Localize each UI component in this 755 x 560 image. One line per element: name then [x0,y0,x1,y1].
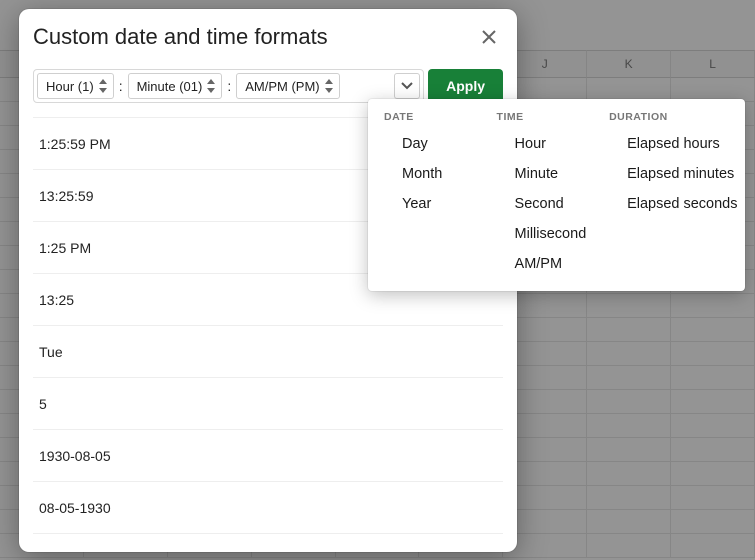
updown-icon [99,79,107,93]
dialog-title: Custom date and time formats [33,24,475,50]
token-minute-label: Minute (01) [137,79,203,94]
add-token-dropdown: DATEDayMonthYearTIMEHourMinuteSecondMill… [368,99,745,291]
dropdown-column-header: DURATION [593,107,745,129]
token-ampm[interactable]: AM/PM (PM) [236,73,339,99]
chevron-down-icon [401,82,413,90]
updown-icon [207,79,215,93]
dropdown-item[interactable]: AM/PM [481,249,594,279]
dropdown-item[interactable]: Second [481,189,594,219]
format-sample[interactable]: Tue [33,326,503,378]
updown-icon [325,79,333,93]
dialog-header: Custom date and time formats [19,9,517,57]
format-sample[interactable]: 5 [33,378,503,430]
token-separator: : [225,78,233,94]
dropdown-item[interactable]: Millisecond [481,219,594,249]
dropdown-item[interactable]: Day [368,129,481,159]
apply-button[interactable]: Apply [428,69,503,103]
dropdown-item[interactable]: Elapsed seconds [593,189,745,219]
dropdown-column-header: DATE [368,107,481,129]
dropdown-column-header: TIME [481,107,594,129]
dropdown-item[interactable]: Hour [481,129,594,159]
token-hour[interactable]: Hour (1) [37,73,114,99]
dropdown-item[interactable]: Elapsed minutes [593,159,745,189]
format-sample[interactable]: 08-05-1930 [33,482,503,534]
close-icon [482,30,496,44]
dropdown-item[interactable]: Month [368,159,481,189]
token-separator: : [117,78,125,94]
format-sample[interactable]: 1930-08-05 [33,430,503,482]
close-button[interactable] [475,23,503,51]
dropdown-item[interactable]: Minute [481,159,594,189]
format-token-row[interactable]: Hour (1) : Minute (01) : AM/PM (PM) [33,69,424,103]
dropdown-item[interactable]: Year [368,189,481,219]
token-hour-label: Hour (1) [46,79,94,94]
dropdown-column: DURATIONElapsed hoursElapsed minutesElap… [593,107,745,279]
add-token-dropdown-trigger[interactable] [394,73,420,99]
dropdown-column: DATEDayMonthYear [368,107,481,279]
dropdown-item[interactable]: Elapsed hours [593,129,745,159]
token-ampm-label: AM/PM (PM) [245,79,319,94]
token-minute[interactable]: Minute (01) [128,73,223,99]
dropdown-column: TIMEHourMinuteSecondMillisecondAM/PM [481,107,594,279]
